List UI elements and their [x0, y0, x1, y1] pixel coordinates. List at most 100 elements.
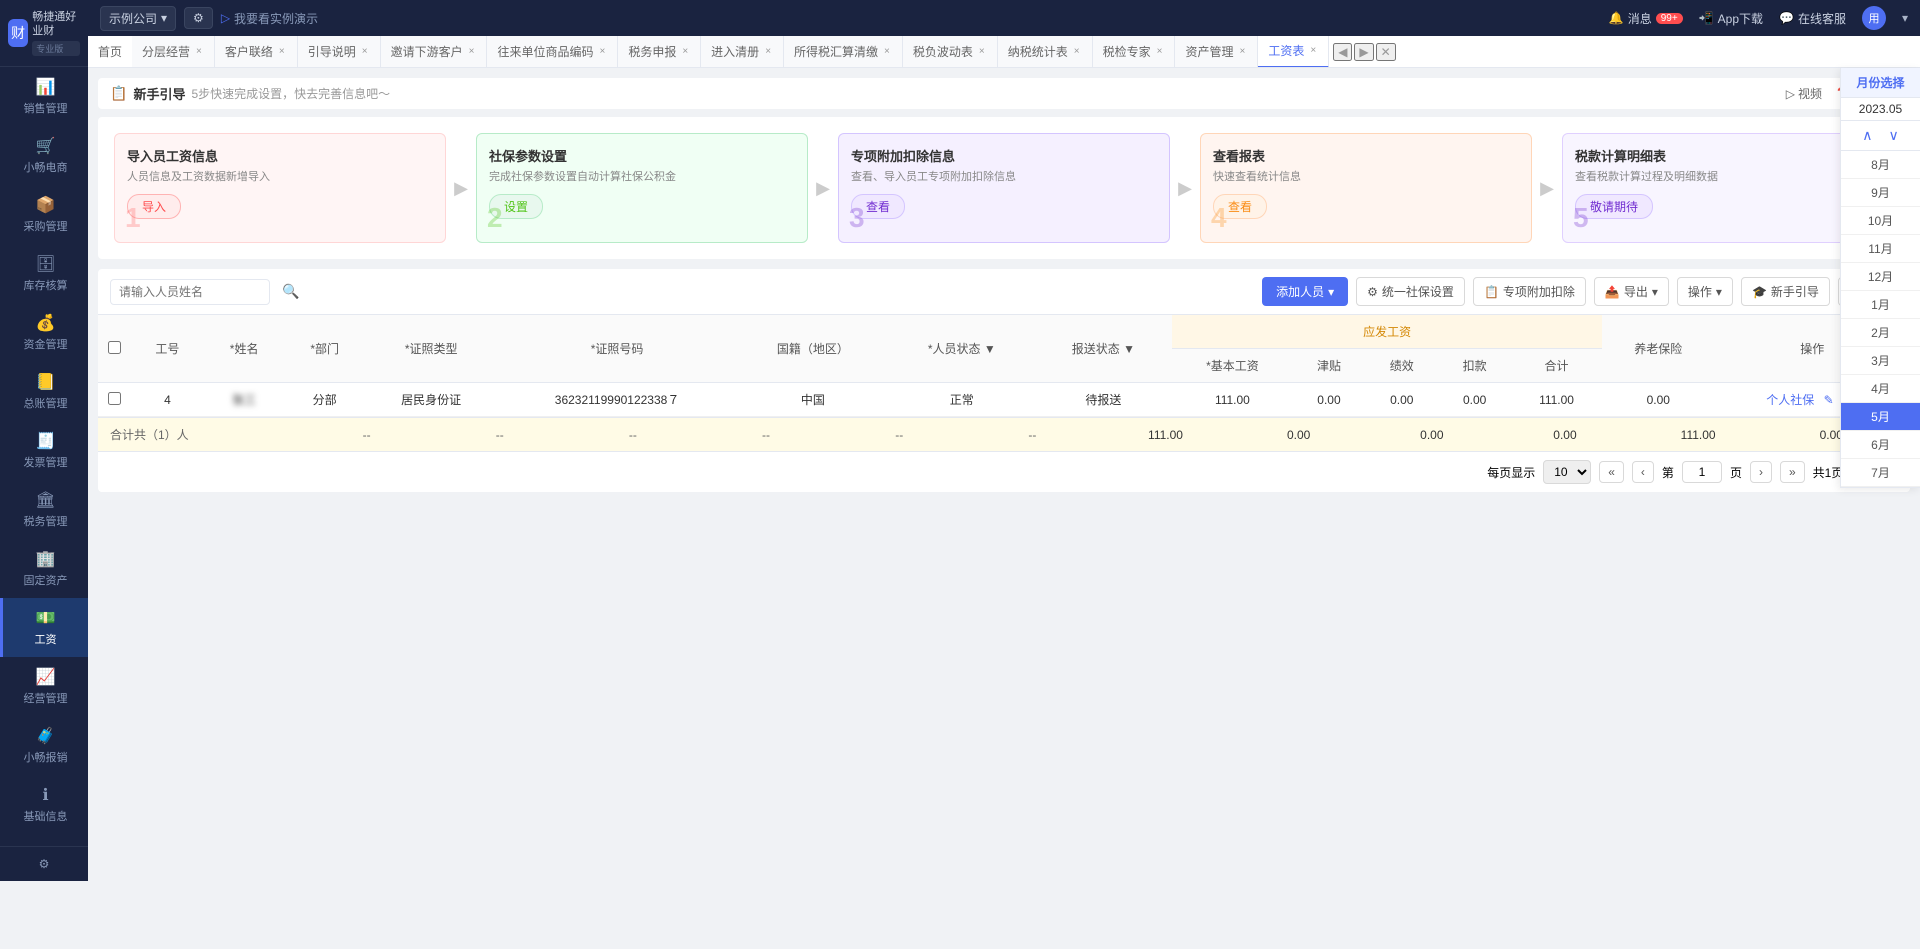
main-content: 📋 新手引导 5步快速完成设置，快去完善信息吧～ ▷ 视频 ❓ 帮助 ✕ 导入员…	[88, 68, 1920, 881]
action-edit-0[interactable]: ✎	[1824, 393, 1834, 407]
tab-进入清册[interactable]: 进入清册×	[701, 36, 784, 68]
month-item-9月[interactable]: 9月	[1841, 179, 1920, 207]
tab-纳税统计表[interactable]: 纳税统计表×	[998, 36, 1093, 68]
tab-close-2[interactable]: ×	[277, 45, 287, 58]
month-item-8月[interactable]: 8月	[1841, 151, 1920, 179]
sidebar-item-小畅报销[interactable]: 🧳小畅报销	[0, 716, 88, 775]
select-all-checkbox[interactable]	[108, 341, 121, 354]
sidebar-item-销售管理[interactable]: 📊销售管理	[0, 67, 88, 126]
tab-close-7[interactable]: ×	[763, 45, 773, 58]
action-social-0[interactable]: 个人社保	[1766, 393, 1814, 407]
sidebar-item-采购管理[interactable]: 📦采购管理	[0, 185, 88, 244]
month-item-10月[interactable]: 10月	[1841, 207, 1920, 235]
guide-button[interactable]: 🎓 新手引导	[1741, 277, 1830, 306]
add-person-button[interactable]: 添加人员 ▾	[1262, 277, 1348, 306]
tab-close-9[interactable]: ×	[977, 45, 987, 58]
footer-col-10: 111.00	[1658, 428, 1738, 442]
page-input[interactable]	[1682, 461, 1722, 483]
prev-page-btn[interactable]: ‹	[1632, 461, 1654, 483]
month-item-7月[interactable]: 7月	[1841, 459, 1920, 487]
month-item-6月[interactable]: 6月	[1841, 431, 1920, 459]
search-button[interactable]: 🔍	[278, 283, 303, 300]
company-selector[interactable]: 示例公司 ▾	[100, 6, 176, 31]
export-button[interactable]: 📤 导出 ▾	[1594, 277, 1669, 306]
bell-icon: 🔔	[1609, 11, 1624, 25]
table-row: 4 张三 分部 居民身份证 36232119990122338７ 中国 正常 待…	[98, 383, 1910, 417]
message-btn[interactable]: 🔔 消息 99+	[1609, 10, 1683, 27]
tab-分层经营[interactable]: 分层经营×	[132, 36, 215, 68]
guide-video-btn[interactable]: ▷ 视频	[1786, 85, 1822, 102]
month-item-3月[interactable]: 3月	[1841, 347, 1920, 375]
sidebar-item-发票管理[interactable]: 🧾发票管理	[0, 421, 88, 480]
tab-引导说明[interactable]: 引导说明×	[298, 36, 381, 68]
sidebar-item-库存核算[interactable]: 🗄库存核算	[0, 244, 88, 303]
first-page-btn[interactable]: «	[1599, 461, 1624, 483]
tab-close-8[interactable]: ×	[882, 45, 892, 58]
month-item-11月[interactable]: 11月	[1841, 235, 1920, 263]
next-page-btn[interactable]: ›	[1750, 461, 1772, 483]
sidebar-item-税务管理[interactable]: 🏛税务管理	[0, 480, 88, 539]
per-page-select[interactable]: 10 20 50	[1543, 460, 1591, 484]
month-next-btn[interactable]: ∨	[1885, 125, 1903, 146]
sidebar-item-小畅电商[interactable]: 🛒小畅电商	[0, 126, 88, 185]
online-service-btn[interactable]: 💬 在线客服	[1779, 10, 1846, 27]
tab-税检专家[interactable]: 税检专家×	[1093, 36, 1176, 68]
settings-btn[interactable]: ⚙	[184, 7, 213, 29]
month-item-1月[interactable]: 1月	[1841, 291, 1920, 319]
sidebar-settings-btn[interactable]: ⚙	[0, 846, 88, 881]
tab-客户联络[interactable]: 客户联络×	[215, 36, 298, 68]
tab-往来单位商品编码[interactable]: 往来单位商品编码×	[487, 36, 618, 68]
app-download-btn[interactable]: 📲 App下载	[1699, 10, 1763, 27]
demo-btn[interactable]: ▷ 我要看实例演示	[221, 10, 318, 27]
tab-nav-left[interactable]: ◀	[1333, 43, 1352, 61]
sidebar-item-基础信息[interactable]: ℹ基础信息	[0, 775, 88, 834]
operation-button[interactable]: 操作 ▾	[1677, 277, 1733, 306]
month-panel-title: 月份选择	[1841, 68, 1920, 98]
month-item-5月[interactable]: 5月	[1841, 403, 1920, 431]
last-page-btn[interactable]: »	[1780, 461, 1805, 483]
tab-工资表[interactable]: 工资表×	[1258, 36, 1329, 68]
tab-close-13[interactable]: ×	[1308, 44, 1318, 57]
footer-col-9: 0.00	[1525, 428, 1605, 442]
sidebar-item-经营管理[interactable]: 📈经营管理	[0, 657, 88, 716]
month-item-12月[interactable]: 12月	[1841, 263, 1920, 291]
row-report-status-0: 待报送	[1035, 383, 1173, 417]
tab-税务申报[interactable]: 税务申报×	[618, 36, 701, 68]
tab-资产管理[interactable]: 资产管理×	[1175, 36, 1258, 68]
special-deduction-button[interactable]: 📋 专项附加扣除	[1473, 277, 1586, 306]
search-input[interactable]	[110, 279, 270, 305]
tab-close-5[interactable]: ×	[597, 45, 607, 58]
header-total: 合计	[1511, 349, 1602, 383]
tab-税负波动表[interactable]: 税负波动表×	[903, 36, 998, 68]
footer-col-8: 0.00	[1392, 428, 1472, 442]
step-num-5: 5	[1573, 202, 1589, 234]
social-security-button[interactable]: ⚙ 统一社保设置	[1356, 277, 1465, 306]
month-item-4月[interactable]: 4月	[1841, 375, 1920, 403]
tab-close-1[interactable]: ×	[194, 45, 204, 58]
tab-邀请下游客户[interactable]: 邀请下游客户×	[381, 36, 488, 68]
avatar[interactable]: 用	[1862, 6, 1886, 30]
sidebar-item-固定资产[interactable]: 🏢固定资产	[0, 539, 88, 598]
tab-close-6[interactable]: ×	[680, 45, 690, 58]
tab-home[interactable]: 首页	[88, 43, 132, 60]
sidebar-item-工资[interactable]: 💵工资	[0, 598, 88, 657]
row-pension-0: 0.00	[1602, 383, 1715, 417]
header-report-status: 报送状态 ▼	[1035, 315, 1173, 383]
row-select-0[interactable]	[108, 392, 121, 405]
sidebar-item-系统管理[interactable]: ⚙系统管理	[0, 834, 88, 846]
sidebar-item-总账管理[interactable]: 📒总账管理	[0, 362, 88, 421]
app-logo-icon: 财	[8, 19, 28, 47]
tab-所得税汇算清缴[interactable]: 所得税汇算清缴×	[784, 36, 903, 68]
tab-close-11[interactable]: ×	[1155, 45, 1165, 58]
tab-close-10[interactable]: ×	[1072, 45, 1082, 58]
month-item-2月[interactable]: 2月	[1841, 319, 1920, 347]
tab-close-3[interactable]: ×	[360, 45, 370, 58]
tab-close-4[interactable]: ×	[467, 45, 477, 58]
month-prev-btn[interactable]: ∧	[1858, 125, 1876, 146]
tab-close-all[interactable]: ✕	[1376, 43, 1396, 61]
sidebar-item-资金管理[interactable]: 💰资金管理	[0, 303, 88, 362]
tab-nav-right[interactable]: ▶	[1354, 43, 1373, 61]
tab-close-12[interactable]: ×	[1237, 45, 1247, 58]
step-title-1: 导入员工资信息	[127, 146, 433, 165]
user-settings-icon[interactable]: ▾	[1902, 11, 1908, 25]
